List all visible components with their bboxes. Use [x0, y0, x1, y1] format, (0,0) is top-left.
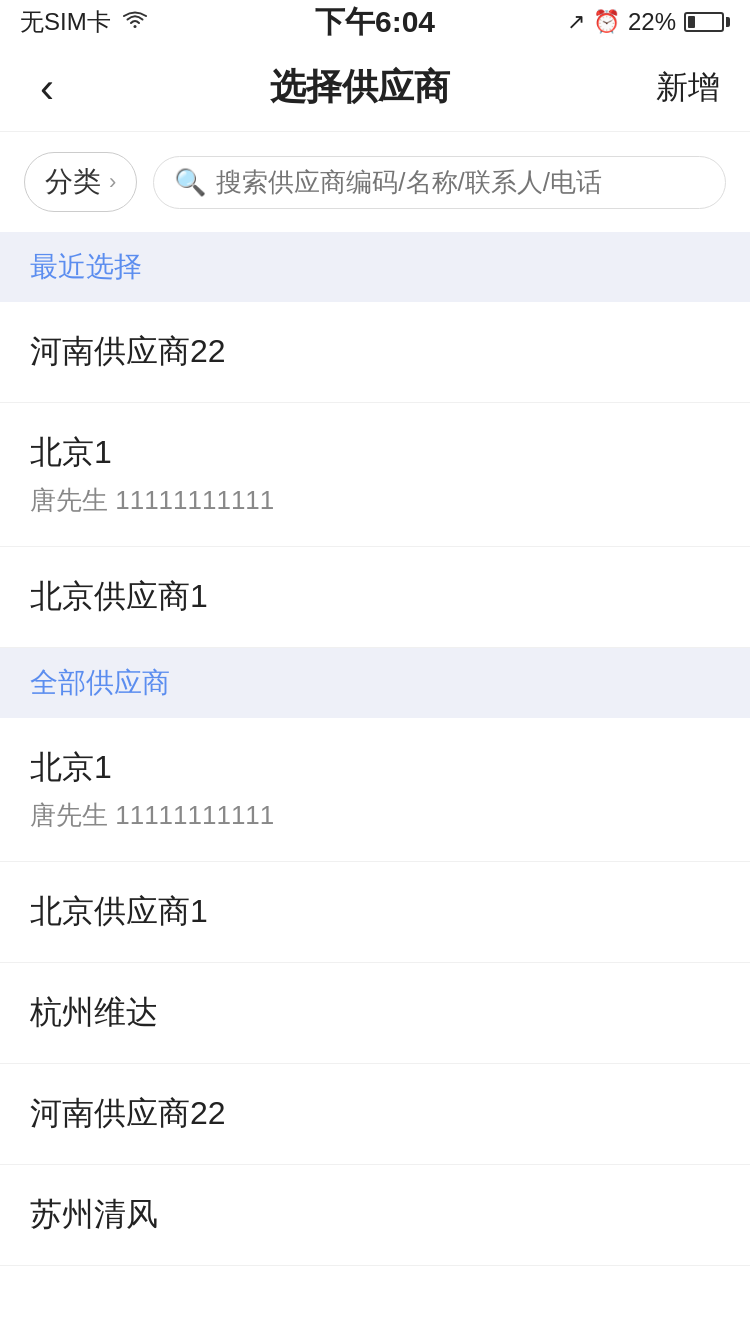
all-suppliers-list: 北京1 唐先生 11111111111 北京供应商1 杭州维达河南供应商22 苏州清风 [0, 718, 750, 1266]
item-name: 北京1 [30, 431, 720, 475]
status-time: 下午6:04 [315, 2, 435, 43]
battery-percent: 22% [628, 8, 676, 36]
item-name: 北京1 [30, 746, 720, 790]
list-item[interactable]: 河南供应商22 [0, 302, 750, 403]
page-title: 选择供应商 [270, 63, 450, 112]
filter-bar: 分类 › 🔍 [0, 132, 750, 232]
list-item[interactable]: 杭州维达 [0, 963, 750, 1064]
item-name: 河南供应商22 [30, 1092, 720, 1136]
list-item[interactable]: 北京供应商1 [0, 862, 750, 963]
battery-icon [684, 12, 730, 32]
item-name: 北京供应商1 [30, 575, 720, 619]
recent-section-header: 最近选择 [0, 232, 750, 302]
nav-bar: ‹ 选择供应商 新增 [0, 44, 750, 132]
location-icon: ↗ [567, 9, 585, 35]
category-button[interactable]: 分类 › [24, 152, 137, 212]
status-right: ↗ ⏰ 22% [567, 8, 730, 36]
back-button[interactable]: ‹ [30, 54, 64, 122]
item-name: 北京供应商1 [30, 890, 720, 934]
status-bar: 无SIM卡 下午6:04 ↗ ⏰ 22% [0, 0, 750, 44]
wifi-icon [121, 8, 149, 36]
item-name: 河南供应商22 [30, 330, 720, 374]
carrier-text: 无SIM卡 [20, 6, 111, 38]
search-box: 🔍 [153, 156, 726, 209]
recent-list: 河南供应商22 北京1 唐先生 11111111111 北京供应商1 [0, 302, 750, 648]
alarm-icon: ⏰ [593, 9, 620, 35]
item-name: 杭州维达 [30, 991, 720, 1035]
search-icon: 🔍 [174, 167, 206, 198]
item-sub: 唐先生 11111111111 [30, 798, 720, 833]
list-item[interactable]: 河南供应商22 [0, 1064, 750, 1165]
item-sub: 唐先生 11111111111 [30, 483, 720, 518]
chevron-right-icon: › [109, 169, 116, 195]
category-label: 分类 [45, 163, 101, 201]
list-item[interactable]: 苏州清风 [0, 1165, 750, 1266]
list-item[interactable]: 北京1 唐先生 11111111111 [0, 403, 750, 547]
item-name: 苏州清风 [30, 1193, 720, 1237]
all-section-label: 全部供应商 [30, 667, 170, 698]
list-item[interactable]: 北京供应商1 [0, 547, 750, 648]
list-item[interactable]: 北京1 唐先生 11111111111 [0, 718, 750, 862]
status-left: 无SIM卡 [20, 6, 149, 38]
add-button[interactable]: 新增 [656, 66, 720, 110]
recent-section-label: 最近选择 [30, 251, 142, 282]
all-section-header: 全部供应商 [0, 648, 750, 718]
search-input[interactable] [216, 167, 705, 198]
